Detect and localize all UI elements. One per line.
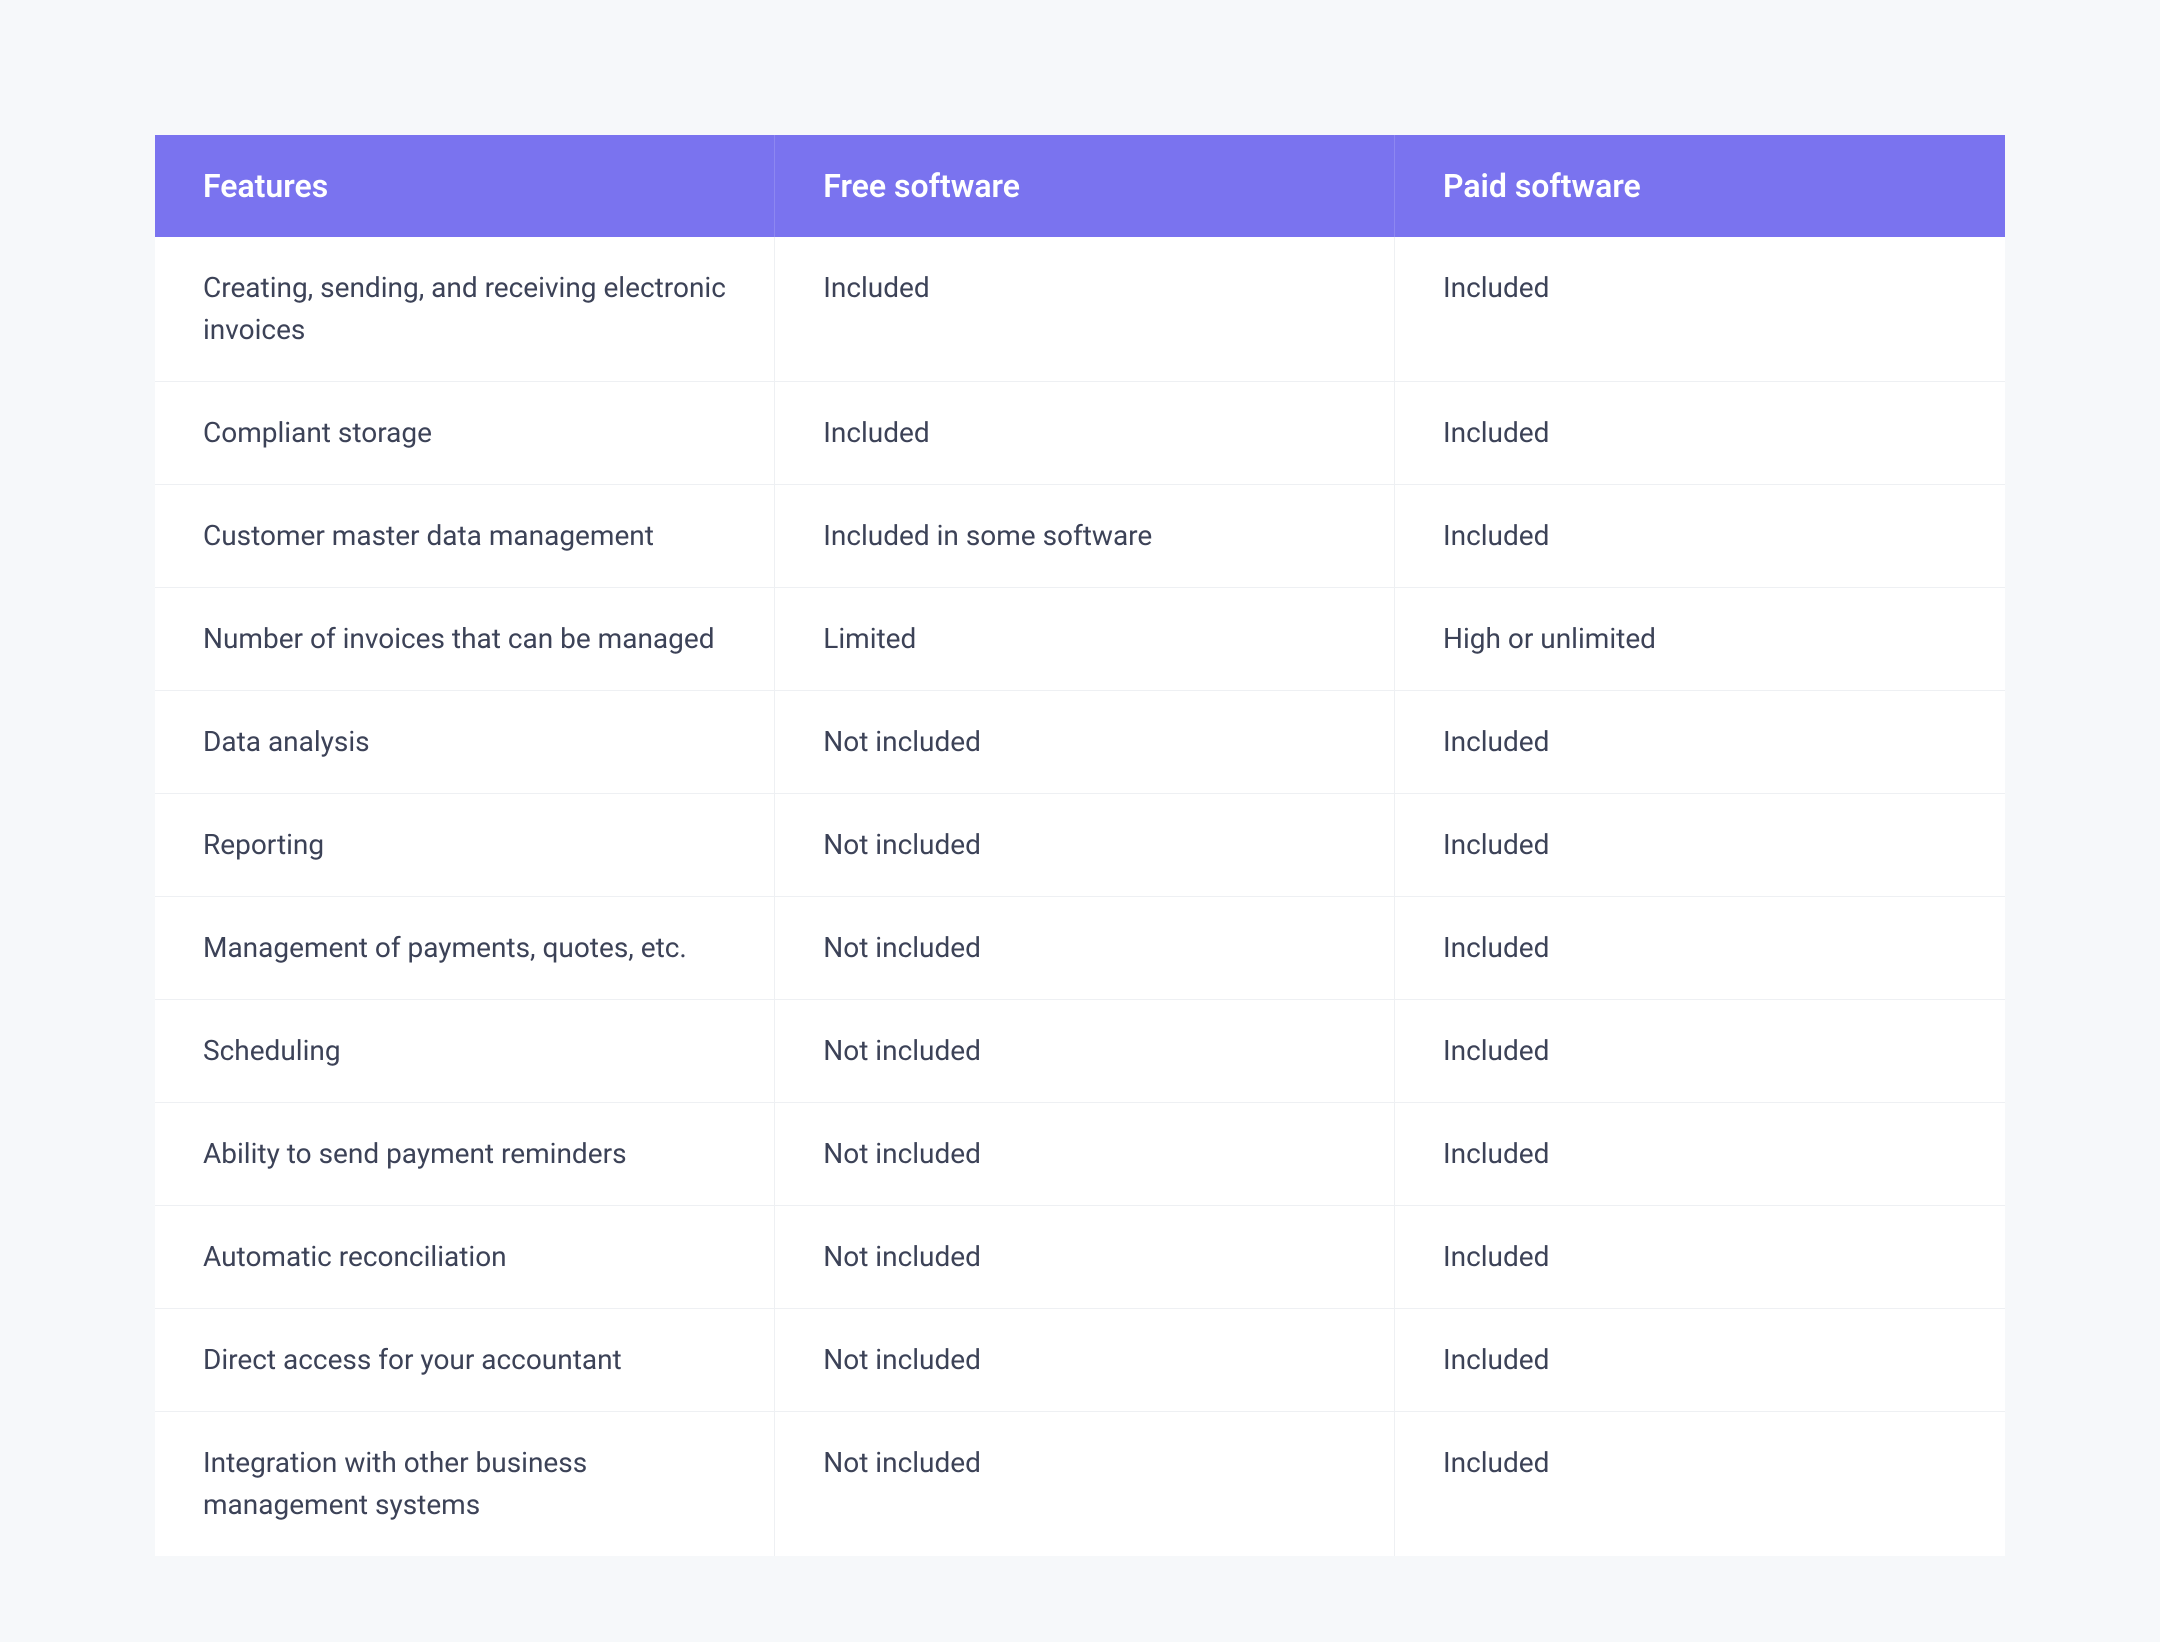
free-cell: Limited <box>775 588 1395 691</box>
feature-cell: Scheduling <box>155 1000 775 1103</box>
table-row: Management of payments, quotes, etc. Not… <box>155 897 2005 1000</box>
free-cell: Not included <box>775 691 1395 794</box>
feature-cell: Ability to send payment reminders <box>155 1103 775 1206</box>
free-cell: Not included <box>775 1206 1395 1309</box>
feature-cell: Compliant storage <box>155 382 775 485</box>
free-cell: Not included <box>775 1412 1395 1557</box>
free-cell: Included <box>775 382 1395 485</box>
free-cell: Not included <box>775 794 1395 897</box>
comparison-table: Features Free software Paid software Cre… <box>155 135 2005 1556</box>
paid-cell: High or unlimited <box>1395 588 2006 691</box>
paid-cell: Included <box>1395 1000 2006 1103</box>
free-cell: Not included <box>775 1103 1395 1206</box>
feature-cell: Management of payments, quotes, etc. <box>155 897 775 1000</box>
table-header: Features Free software Paid software <box>155 135 2005 237</box>
feature-cell: Data analysis <box>155 691 775 794</box>
comparison-table-container: Features Free software Paid software Cre… <box>155 135 2005 1556</box>
paid-cell: Included <box>1395 1309 2006 1412</box>
paid-cell: Included <box>1395 1103 2006 1206</box>
feature-cell: Direct access for your accountant <box>155 1309 775 1412</box>
header-paid: Paid software <box>1395 135 2006 237</box>
table-row: Creating, sending, and receiving electro… <box>155 237 2005 382</box>
free-cell: Included in some software <box>775 485 1395 588</box>
table-body: Creating, sending, and receiving electro… <box>155 237 2005 1556</box>
feature-cell: Reporting <box>155 794 775 897</box>
paid-cell: Included <box>1395 691 2006 794</box>
feature-cell: Creating, sending, and receiving electro… <box>155 237 775 382</box>
paid-cell: Included <box>1395 1412 2006 1557</box>
feature-cell: Customer master data management <box>155 485 775 588</box>
feature-cell: Number of invoices that can be managed <box>155 588 775 691</box>
paid-cell: Included <box>1395 794 2006 897</box>
header-features: Features <box>155 135 775 237</box>
feature-cell: Integration with other business manageme… <box>155 1412 775 1557</box>
free-cell: Included <box>775 237 1395 382</box>
table-row: Reporting Not included Included <box>155 794 2005 897</box>
paid-cell: Included <box>1395 485 2006 588</box>
free-cell: Not included <box>775 1309 1395 1412</box>
table-row: Compliant storage Included Included <box>155 382 2005 485</box>
table-row: Customer master data management Included… <box>155 485 2005 588</box>
table-row: Number of invoices that can be managed L… <box>155 588 2005 691</box>
table-row: Data analysis Not included Included <box>155 691 2005 794</box>
free-cell: Not included <box>775 897 1395 1000</box>
paid-cell: Included <box>1395 897 2006 1000</box>
feature-cell: Automatic reconciliation <box>155 1206 775 1309</box>
table-row: Direct access for your accountant Not in… <box>155 1309 2005 1412</box>
table-row: Ability to send payment reminders Not in… <box>155 1103 2005 1206</box>
table-row: Integration with other business manageme… <box>155 1412 2005 1557</box>
paid-cell: Included <box>1395 382 2006 485</box>
free-cell: Not included <box>775 1000 1395 1103</box>
header-row: Features Free software Paid software <box>155 135 2005 237</box>
paid-cell: Included <box>1395 237 2006 382</box>
table-row: Automatic reconciliation Not included In… <box>155 1206 2005 1309</box>
table-row: Scheduling Not included Included <box>155 1000 2005 1103</box>
header-free: Free software <box>775 135 1395 237</box>
paid-cell: Included <box>1395 1206 2006 1309</box>
